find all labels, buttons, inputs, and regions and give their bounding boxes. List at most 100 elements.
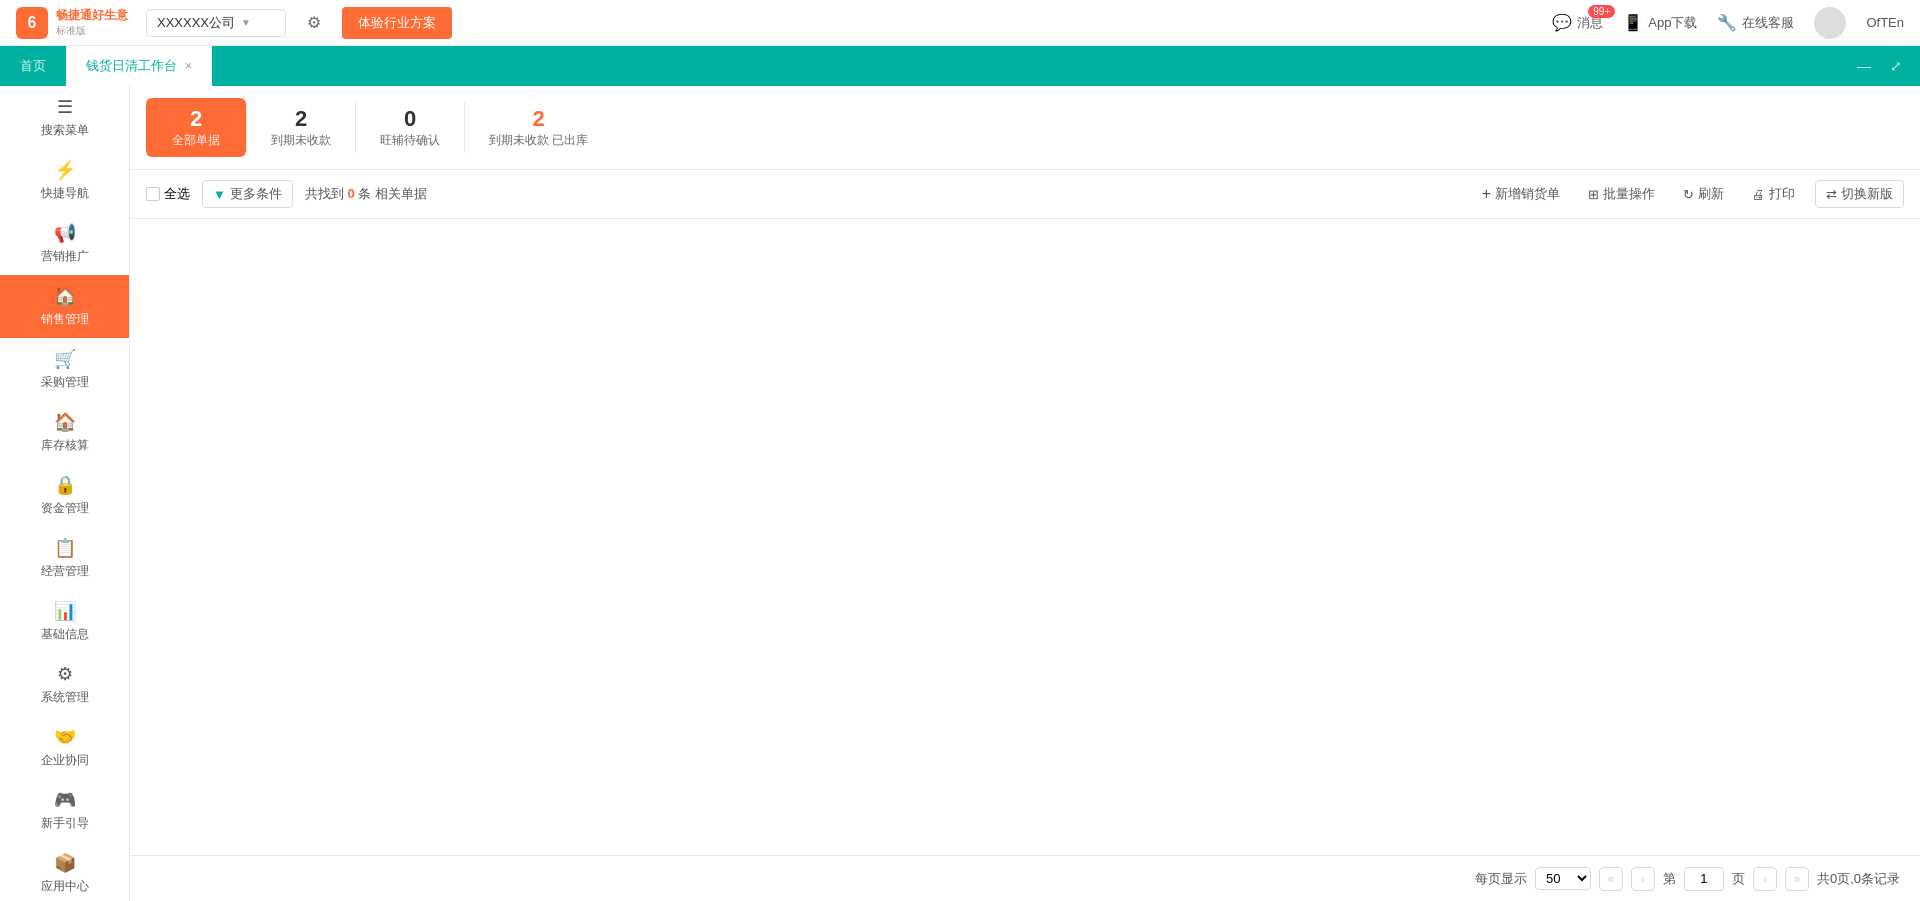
sidebar-item-cooperation[interactable]: 🤝 企业协同 <box>0 716 129 779</box>
per-page-select[interactable]: 50 10 20 100 <box>1535 867 1591 890</box>
print-btn[interactable]: 🖨 打印 <box>1744 181 1803 207</box>
sidebar-label-sales: 销售管理 <box>41 311 89 328</box>
select-all-checkbox[interactable]: 全选 <box>146 185 190 203</box>
sidebar-item-guide[interactable]: 🎮 新手引导 <box>0 779 129 842</box>
operations-icon: 📋 <box>54 537 76 559</box>
batch-label: 批量操作 <box>1603 185 1655 203</box>
sidebar-item-purchase[interactable]: 🛒 采购管理 <box>0 338 129 401</box>
last-page-btn[interactable]: » <box>1785 867 1809 891</box>
page-input[interactable] <box>1684 867 1724 891</box>
table-area <box>130 219 1920 855</box>
stat-tab-overdue[interactable]: 2 到期未收款 <box>247 98 355 157</box>
stat-label-all: 全部单据 <box>172 132 220 149</box>
content-area: 2 全部单据 2 到期未收款 0 旺辅待确认 2 到期未收款 已出库 <box>130 86 1920 901</box>
total-label: 共0页,0条记录 <box>1817 870 1900 888</box>
sidebar-label-guide: 新手引导 <box>41 815 89 832</box>
sidebar-label-app-center: 应用中心 <box>41 878 89 895</box>
company-selector[interactable]: XXXXXX公司 ▼ <box>146 9 286 37</box>
sidebar-item-marketing[interactable]: 📢 营销推广 <box>0 212 129 275</box>
stat-tab-shipped[interactable]: 2 到期未收款 已出库 <box>465 98 612 157</box>
sidebar-label-basic-info: 基础信息 <box>41 626 89 643</box>
stats-tabs: 2 全部单据 2 到期未收款 0 旺辅待确认 2 到期未收款 已出库 <box>130 86 1920 170</box>
batch-operation-btn[interactable]: ⊞ 批量操作 <box>1580 181 1663 207</box>
username-label[interactable]: OfTEn <box>1866 15 1904 30</box>
logo-icon: 6 <box>16 7 48 39</box>
download-icon: 📱 <box>1623 13 1643 32</box>
tab-home[interactable]: 首页 <box>0 46 66 86</box>
settings-icon[interactable]: ⚙ <box>298 7 330 39</box>
gear-icon: ⚙ <box>307 13 321 32</box>
stat-tab-wang[interactable]: 0 旺辅待确认 <box>356 98 464 157</box>
main-layout: ☰ 搜索菜单 ⚡ 快捷导航 📢 营销推广 🏠 销售管理 🛒 采购管理 🏠 库存核… <box>0 86 1920 901</box>
logo-text: 畅捷通好生意 标准版 <box>56 8 128 37</box>
per-page-label: 每页显示 <box>1475 870 1527 888</box>
sidebar-item-app-center[interactable]: 📦 应用中心 <box>0 842 129 901</box>
online-service-label: 在线客服 <box>1742 14 1794 32</box>
stat-tab-all[interactable]: 2 全部单据 <box>146 98 246 157</box>
sidebar-item-quick-nav[interactable]: ⚡ 快捷导航 <box>0 149 129 212</box>
refresh-label: 刷新 <box>1698 185 1724 203</box>
sidebar-item-system[interactable]: ⚙ 系统管理 <box>0 653 129 716</box>
online-service-action[interactable]: 🔧 在线客服 <box>1717 13 1794 32</box>
plus-icon: + <box>1482 185 1491 203</box>
checkbox-box <box>146 187 160 201</box>
search-menu-icon: ☰ <box>54 96 76 118</box>
switch-new-version-btn[interactable]: ⇄ 切换新版 <box>1815 180 1904 208</box>
messages-action[interactable]: 💬 消息 99+ <box>1552 13 1603 32</box>
tab-minimize-btn[interactable]: — <box>1852 54 1876 78</box>
refresh-icon: ↻ <box>1683 187 1694 202</box>
sidebar-label-quick-nav: 快捷导航 <box>41 185 89 202</box>
avatar[interactable] <box>1814 7 1846 39</box>
refresh-btn[interactable]: ↻ 刷新 <box>1675 181 1732 207</box>
stat-num-overdue: 2 <box>295 106 307 132</box>
purchase-icon: 🛒 <box>54 348 76 370</box>
sidebar-label-operations: 经营管理 <box>41 563 89 580</box>
stat-label-overdue: 到期未收款 <box>271 132 331 149</box>
page-label-suffix: 页 <box>1732 870 1745 888</box>
tab-expand-btn[interactable]: ⤢ <box>1884 54 1908 78</box>
guide-icon: 🎮 <box>54 789 76 811</box>
logo-area: 6 畅捷通好生意 标准版 <box>16 7 146 39</box>
next-page-btn[interactable]: › <box>1753 867 1777 891</box>
sidebar-item-finance[interactable]: 🔒 资金管理 <box>0 464 129 527</box>
switch-icon: ⇄ <box>1826 187 1837 202</box>
sidebar-label-system: 系统管理 <box>41 689 89 706</box>
sidebar: ☰ 搜索菜单 ⚡ 快捷导航 📢 营销推广 🏠 销售管理 🛒 采购管理 🏠 库存核… <box>0 86 130 901</box>
top-header: 6 畅捷通好生意 标准版 XXXXXX公司 ▼ ⚙ 体验行业方案 💬 消息 99… <box>0 0 1920 46</box>
chevron-down-icon: ▼ <box>241 17 251 28</box>
stat-num-all: 2 <box>190 106 202 132</box>
message-icon: 💬 <box>1552 13 1572 32</box>
app-download-label: App下载 <box>1648 14 1697 32</box>
sidebar-item-inventory[interactable]: 🏠 库存核算 <box>0 401 129 464</box>
sidebar-item-operations[interactable]: 📋 经营管理 <box>0 527 129 590</box>
sidebar-item-basic-info[interactable]: 📊 基础信息 <box>0 590 129 653</box>
toolbar-right: + 新增销货单 ⊞ 批量操作 ↻ 刷新 🖨 打印 ⇄ 切换新版 <box>1474 180 1904 208</box>
select-all-label: 全选 <box>164 185 190 203</box>
tab-bar: 首页 钱货日清工作台 × — ⤢ <box>0 46 1920 86</box>
app-download-action[interactable]: 📱 App下载 <box>1623 13 1697 32</box>
service-icon: 🔧 <box>1717 13 1737 32</box>
print-icon: 🖨 <box>1752 187 1765 202</box>
brand-name: 畅捷通好生意 <box>56 8 128 24</box>
prev-page-btn[interactable]: ‹ <box>1631 867 1655 891</box>
finance-icon: 🔒 <box>54 474 76 496</box>
tab-close-icon[interactable]: × <box>185 59 192 73</box>
page-label: 第 <box>1663 870 1676 888</box>
filter-icon: ▼ <box>213 187 226 202</box>
stat-label-shipped: 到期未收款 已出库 <box>489 132 588 149</box>
basic-info-icon: 📊 <box>54 600 76 622</box>
more-conditions-btn[interactable]: ▼ 更多条件 <box>202 180 293 208</box>
first-page-btn[interactable]: « <box>1599 867 1623 891</box>
sidebar-item-sales[interactable]: 🏠 销售管理 <box>0 275 129 338</box>
app-center-icon: 📦 <box>54 852 76 874</box>
trial-button[interactable]: 体验行业方案 <box>342 7 452 39</box>
tab-workbench-label: 钱货日清工作台 <box>86 57 177 75</box>
add-sales-label: 新增销货单 <box>1495 185 1560 203</box>
add-sales-order-btn[interactable]: + 新增销货单 <box>1474 181 1568 207</box>
sidebar-label-marketing: 营销推广 <box>41 248 89 265</box>
sidebar-label-inventory: 库存核算 <box>41 437 89 454</box>
sidebar-item-search-menu[interactable]: ☰ 搜索菜单 <box>0 86 129 149</box>
sidebar-label-purchase: 采购管理 <box>41 374 89 391</box>
tab-workbench[interactable]: 钱货日清工作台 × <box>66 46 212 86</box>
found-prefix: 共找到 <box>305 186 344 201</box>
